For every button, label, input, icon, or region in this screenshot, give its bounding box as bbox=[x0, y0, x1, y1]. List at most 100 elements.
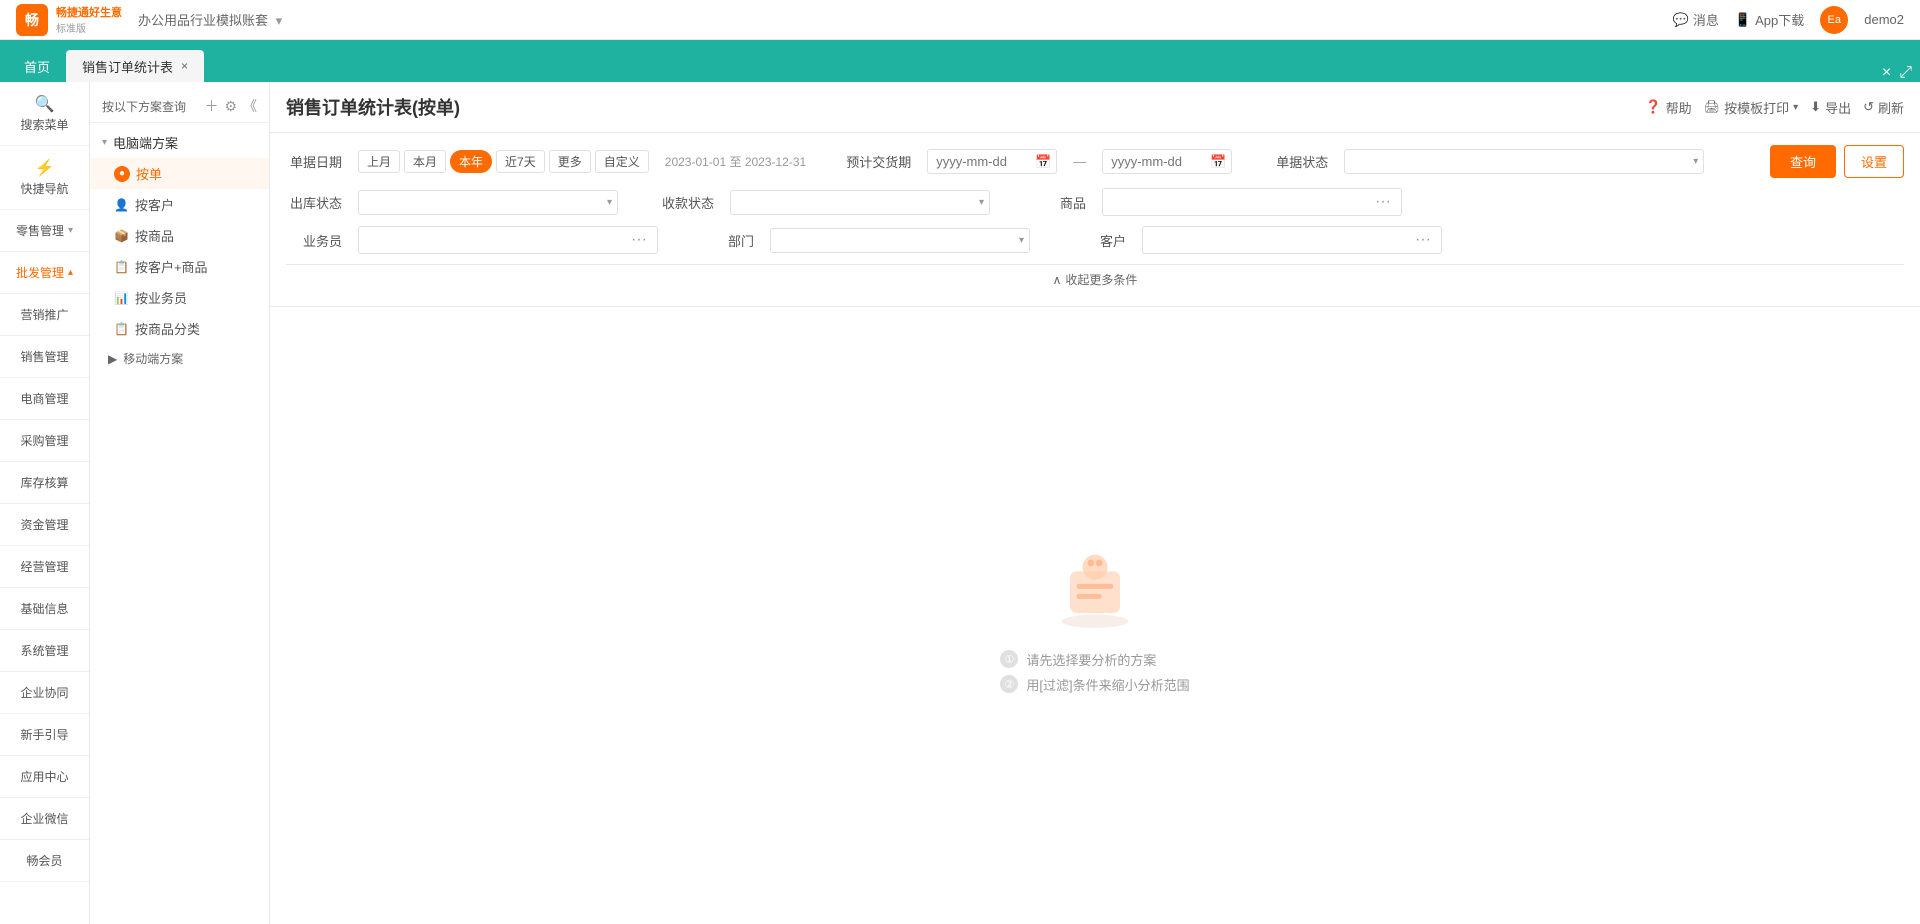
scheme-active-icon: ● bbox=[114, 166, 130, 182]
department-select-wrap: ▾ bbox=[770, 228, 1030, 253]
date-btn-7days[interactable]: 近7天 bbox=[496, 150, 545, 173]
date-btn-more[interactable]: 更多 bbox=[549, 150, 591, 173]
empty-state: ① 请先选择要分析的方案 ② 用[过滤]条件来缩小分析范围 bbox=[270, 307, 1920, 924]
export-btn[interactable]: ⬇ 导出 bbox=[1810, 98, 1851, 117]
expected-date-start-input[interactable] bbox=[927, 149, 1057, 174]
top-bar-actions: 💬 消息 📱 App下载 Ea demo2 bbox=[1673, 6, 1904, 34]
tab-home[interactable]: 首页 bbox=[8, 50, 66, 82]
scheme-pc-group: ▾ 电脑端方案 ● 按单 👤 按客户 📦 按商品 📋 按客户+ bbox=[90, 127, 269, 344]
export-icon: ⬇ bbox=[1810, 99, 1821, 115]
scheme-item-by-category[interactable]: 📋 按商品分类 bbox=[90, 313, 269, 344]
scheme-customer-icon: 👤 bbox=[114, 198, 129, 212]
sidebar-item-inventory[interactable]: 库存核算 bbox=[0, 462, 89, 504]
logo-icon: 畅 bbox=[16, 4, 48, 36]
query-btn[interactable]: 查询 bbox=[1770, 145, 1836, 178]
page-header-actions: ❓ 帮助 🖨 按模板打印 ▾ ⬇ 导出 ↺ 刷新 bbox=[1645, 98, 1904, 117]
scheme-item-by-order[interactable]: ● 按单 bbox=[90, 158, 269, 189]
help-icon: ❓ bbox=[1645, 99, 1661, 115]
filter-area: 单据日期 上月 本月 本年 近7天 更多 自定义 2023-01-01 至 20… bbox=[270, 133, 1920, 307]
department-select[interactable] bbox=[770, 228, 1030, 253]
sidebar-item-finance[interactable]: 资金管理 bbox=[0, 504, 89, 546]
customer-more-btn[interactable]: ··· bbox=[1411, 231, 1435, 249]
ship-status-select-wrap: ▾ bbox=[358, 190, 618, 215]
goods-input-wrap: ··· bbox=[1102, 188, 1402, 216]
user-label: demo2 bbox=[1864, 12, 1904, 27]
salesman-more-btn[interactable]: ··· bbox=[627, 231, 651, 249]
expected-date-start-wrap: 📅 bbox=[927, 149, 1057, 174]
tab-close-icon[interactable]: × bbox=[181, 59, 188, 73]
scheme-mobile-group-header[interactable]: ▶ 移动端方案 bbox=[90, 344, 269, 373]
date-buttons-group: 上月 本月 本年 近7天 更多 自定义 bbox=[358, 150, 649, 173]
main-panel: 销售订单统计表(按单) ❓ 帮助 🖨 按模板打印 ▾ ⬇ 导出 bbox=[270, 82, 1920, 924]
empty-tips: ① 请先选择要分析的方案 ② 用[过滤]条件来缩小分析范围 bbox=[1000, 650, 1189, 694]
tab-close-all-icon[interactable]: × bbox=[1882, 64, 1891, 82]
expected-date-end-input[interactable] bbox=[1102, 149, 1232, 174]
ship-status-select[interactable] bbox=[358, 190, 618, 215]
goods-more-btn[interactable]: ··· bbox=[1371, 193, 1395, 211]
expected-date-end-wrap: 📅 bbox=[1102, 149, 1232, 174]
date-btn-this-month[interactable]: 本月 bbox=[404, 150, 446, 173]
doc-status-select-wrap: ▾ bbox=[1344, 149, 1704, 174]
print-btn[interactable]: 🖨 按模板打印 ▾ bbox=[1704, 98, 1799, 117]
sidebar-item-sales[interactable]: 销售管理 bbox=[0, 336, 89, 378]
sidebar-item-wholesale[interactable]: 批发管理 ▴ bbox=[0, 252, 89, 294]
empty-tip-1: ① 请先选择要分析的方案 bbox=[1000, 650, 1189, 669]
doc-status-select[interactable] bbox=[1344, 149, 1704, 174]
logo-text: 畅捷通好生意 标准版 bbox=[56, 4, 122, 35]
settings-btn[interactable]: 设置 bbox=[1844, 145, 1904, 178]
date-label: 单据日期 bbox=[286, 152, 342, 171]
customer-input-wrap: ··· bbox=[1142, 226, 1442, 254]
help-btn[interactable]: ❓ 帮助 bbox=[1645, 98, 1691, 117]
sidebar-item-apps[interactable]: 应用中心 bbox=[0, 756, 89, 798]
sidebar-item-operations[interactable]: 经营管理 bbox=[0, 546, 89, 588]
scheme-item-by-salesman[interactable]: 📊 按业务员 bbox=[90, 282, 269, 313]
tab-maximize-icon[interactable]: ⤢ bbox=[1899, 64, 1912, 82]
goods-label: 商品 bbox=[1030, 193, 1086, 212]
sidebar-item-marketing[interactable]: 营销推广 bbox=[0, 294, 89, 336]
collapse-btn[interactable]: ∧ 收起更多条件 bbox=[286, 264, 1904, 294]
date-range-text: 2023-01-01 至 2023-12-31 bbox=[665, 153, 806, 170]
doc-status-label: 单据状态 bbox=[1272, 152, 1328, 171]
scheme-goods-icon: 📦 bbox=[114, 229, 129, 243]
date-btn-last-month[interactable]: 上月 bbox=[358, 150, 400, 173]
sidebar-item-purchase[interactable]: 采购管理 bbox=[0, 420, 89, 462]
page-header: 销售订单统计表(按单) ❓ 帮助 🖨 按模板打印 ▾ ⬇ 导出 bbox=[270, 82, 1920, 133]
date-btn-custom[interactable]: 自定义 bbox=[595, 150, 649, 173]
sidebar-item-guide[interactable]: 新手引导 bbox=[0, 714, 89, 756]
content-area: 按以下方案查询 ＋ ⚙ 《 ▾ 电脑端方案 ● 按单 👤 按客户 bbox=[90, 82, 1920, 924]
refresh-btn[interactable]: ↺ 刷新 bbox=[1863, 98, 1904, 117]
date-btn-this-year[interactable]: 本年 bbox=[450, 150, 492, 173]
scheme-collapse-icon[interactable]: 《 bbox=[243, 96, 257, 116]
sidebar-item-ecommerce[interactable]: 电商管理 bbox=[0, 378, 89, 420]
collapse-arrow-icon: ∧ bbox=[1053, 273, 1062, 287]
sidebar-item-search[interactable]: 🔍 搜索菜单 bbox=[0, 82, 89, 146]
page-title: 销售订单统计表(按单) bbox=[286, 94, 1645, 120]
scheme-salesman-icon: 📊 bbox=[114, 291, 129, 305]
sidebar-item-wechat[interactable]: 企业微信 bbox=[0, 798, 89, 840]
print-arrow-icon: ▾ bbox=[1793, 102, 1798, 113]
scheme-customer-goods-icon: 📋 bbox=[114, 260, 129, 274]
scheme-category-icon: 📋 bbox=[114, 322, 129, 336]
scheme-item-by-customer[interactable]: 👤 按客户 bbox=[90, 189, 269, 220]
scheme-pc-group-header[interactable]: ▾ 电脑端方案 bbox=[90, 127, 269, 158]
sidebar-item-retail[interactable]: 零售管理 ▾ bbox=[0, 210, 89, 252]
scheme-item-by-goods[interactable]: 📦 按商品 bbox=[90, 220, 269, 251]
messages-btn[interactable]: 💬 消息 bbox=[1673, 10, 1719, 29]
refresh-icon: ↺ bbox=[1863, 99, 1874, 115]
user-avatar: Ea bbox=[1820, 6, 1848, 34]
top-bar: 畅 畅捷通好生意 标准版 办公用品行业模拟账套 ▾ 💬 消息 📱 App下载 E… bbox=[0, 0, 1920, 40]
app-download-btn[interactable]: 📱 App下载 bbox=[1735, 10, 1804, 29]
sidebar-item-system[interactable]: 系统管理 bbox=[0, 630, 89, 672]
sidebar-item-base-info[interactable]: 基础信息 bbox=[0, 588, 89, 630]
collection-status-select[interactable] bbox=[730, 190, 990, 215]
sidebar-item-enterprise[interactable]: 企业协同 bbox=[0, 672, 89, 714]
tab-sales-stats[interactable]: 销售订单统计表 × bbox=[66, 50, 204, 82]
scheme-settings-icon[interactable]: ⚙ bbox=[224, 98, 237, 115]
sidebar-item-members[interactable]: 畅会员 bbox=[0, 840, 89, 882]
scheme-item-by-customer-goods[interactable]: 📋 按客户+商品 bbox=[90, 251, 269, 282]
sidebar-item-quick-nav[interactable]: ⚡ 快捷导航 bbox=[0, 146, 89, 210]
scheme-add-icon[interactable]: ＋ bbox=[204, 96, 218, 116]
collection-status-select-wrap: ▾ bbox=[730, 190, 990, 215]
ship-status-label: 出库状态 bbox=[286, 193, 342, 212]
customer-label: 客户 bbox=[1070, 231, 1126, 250]
